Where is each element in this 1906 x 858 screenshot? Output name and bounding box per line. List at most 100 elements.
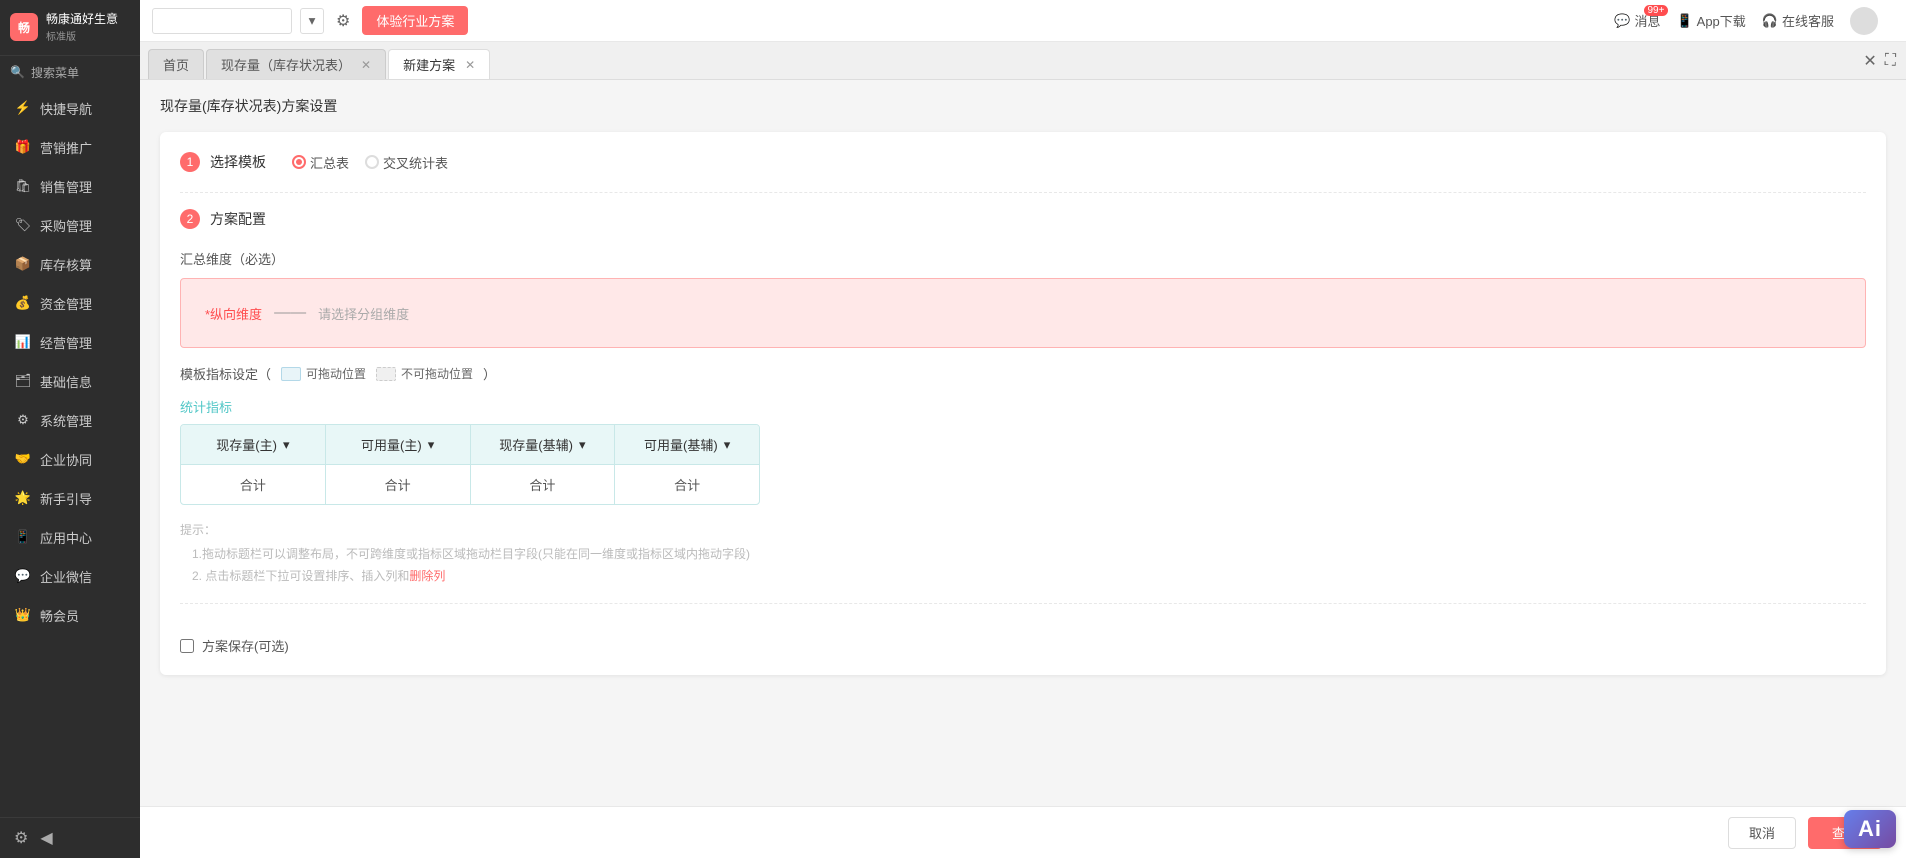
- radio-summary[interactable]: 汇总表: [292, 153, 349, 172]
- wechat-icon: 💬: [14, 567, 32, 585]
- topbar-dropdown-btn[interactable]: ▾: [300, 8, 324, 34]
- cell-1-3: 合计: [471, 465, 616, 504]
- radio-cross-dot: [365, 155, 379, 169]
- step1-title: 选择模板: [210, 152, 266, 172]
- save-section: 方案保存(可选): [180, 620, 1866, 655]
- col-current-main-dropdown[interactable]: ▾: [283, 437, 290, 453]
- trial-btn[interactable]: 体验行业方案: [362, 6, 468, 35]
- app-name: 畅康通好生意: [46, 12, 118, 28]
- sales-icon: 🛍: [14, 177, 32, 195]
- step1-row: 1 选择模板 汇总表 交叉统计表: [180, 152, 1866, 172]
- step1-badge: 1: [180, 152, 200, 172]
- cancel-button[interactable]: 取消: [1728, 817, 1796, 849]
- sidebar-item-sales[interactable]: 🛍 销售管理: [0, 167, 140, 206]
- tip-2-highlight: 删除列: [409, 569, 445, 583]
- topbar-avatar[interactable]: [1850, 7, 1878, 35]
- tab-new-plan-close[interactable]: ✕: [465, 58, 475, 72]
- save-label: 方案保存(可选): [202, 636, 289, 655]
- summary-dimension-label: 汇总维度（必选）: [180, 249, 1866, 268]
- sidebar-item-purchase[interactable]: 🏷 采购管理: [0, 206, 140, 245]
- sidebar-item-member[interactable]: 👑 畅会员: [0, 596, 140, 635]
- topbar-app-download[interactable]: 📱 App下载: [1676, 11, 1745, 30]
- sidebar-item-label: 营销推广: [40, 138, 92, 157]
- sidebar-item-wechat[interactable]: 💬 企业微信: [0, 557, 140, 596]
- topbar-online-service[interactable]: 🎧 在线客服: [1762, 11, 1834, 30]
- sidebar-item-operations[interactable]: 📊 经营管理: [0, 323, 140, 362]
- tab-new-plan[interactable]: 新建方案 ✕: [388, 49, 490, 79]
- sidebar-item-new-guide[interactable]: 🌟 新手引导: [0, 479, 140, 518]
- settings-footer-btn[interactable]: ⚙: [14, 828, 28, 848]
- non-draggable-legend-box: [376, 367, 396, 381]
- tab-home[interactable]: 首页: [148, 49, 204, 79]
- topbar-gear-icon[interactable]: ⚙: [336, 11, 350, 31]
- sidebar-search-label: 搜索菜单: [31, 64, 79, 81]
- divider-1: [180, 192, 1866, 193]
- inventory-icon: 📦: [14, 255, 32, 273]
- sidebar-item-app-center[interactable]: 📱 应用中心: [0, 518, 140, 557]
- col-current-aux-dropdown[interactable]: ▾: [579, 437, 586, 453]
- sidebar-item-label: 采购管理: [40, 216, 92, 235]
- step2-title: 方案配置: [210, 209, 266, 229]
- topbar: ▾ ⚙ 体验行业方案 💬 消息 99+ 📱 App下载 🎧 在线客服: [140, 0, 1906, 42]
- topbar-message[interactable]: 💬 消息 99+: [1614, 11, 1660, 30]
- col-available-main[interactable]: 可用量(主) ▾: [326, 425, 471, 464]
- tab-inventory-status[interactable]: 现存量（库存状况表） ✕: [206, 49, 386, 79]
- sidebar-item-label: 资金管理: [40, 294, 92, 313]
- content-area: 现存量(库存状况表)方案设置 1 选择模板 汇总表 交叉统计表: [140, 80, 1906, 806]
- sidebar-item-label: 库存核算: [40, 255, 92, 274]
- collapse-footer-btn[interactable]: ◀: [40, 828, 52, 848]
- sidebar-item-label: 基础信息: [40, 372, 92, 391]
- col-available-main-dropdown[interactable]: ▾: [428, 437, 435, 453]
- sidebar-item-quick-nav[interactable]: ⚡ 快捷导航: [0, 89, 140, 128]
- sidebar-item-marketing[interactable]: 🎁 营销推广: [0, 128, 140, 167]
- tab-inventory-close[interactable]: ✕: [361, 58, 371, 72]
- non-draggable-legend-label: 不可拖动位置: [401, 365, 473, 382]
- sidebar-item-label: 畅会员: [40, 606, 79, 625]
- stats-table-header: 现存量(主) ▾ 可用量(主) ▾ 现存量(基辅) ▾ 可用量(基辅): [181, 425, 759, 464]
- tab-expand-btn[interactable]: ⛶: [1885, 52, 1896, 70]
- sidebar-item-cooperation[interactable]: 🤝 企业协同: [0, 440, 140, 479]
- draggable-legend-label: 可拖动位置: [306, 365, 366, 382]
- topbar-search-input[interactable]: [152, 8, 292, 34]
- tips-title: 提示：: [180, 521, 1866, 538]
- sidebar-item-label: 企业微信: [40, 567, 92, 586]
- topbar-actions: 💬 消息 99+ 📱 App下载 🎧 在线客服: [1614, 7, 1894, 35]
- col-current-aux[interactable]: 现存量(基辅) ▾: [471, 425, 616, 464]
- tab-new-plan-label: 新建方案: [403, 55, 455, 74]
- action-bar: 取消 查询: [140, 806, 1906, 858]
- tabbar-corner: ✕ ⛶: [1853, 42, 1906, 80]
- tip-1: 1.拖动标题栏可以调整布局，不可跨维度或指标区域拖动栏目字段(只能在同一维度或指…: [192, 544, 1866, 566]
- stats-label: 统计指标: [180, 397, 1866, 416]
- tab-home-label: 首页: [163, 55, 189, 74]
- sidebar-item-label: 应用中心: [40, 528, 92, 547]
- save-checkbox[interactable]: [180, 639, 194, 653]
- cell-1-2: 合计: [326, 465, 471, 504]
- system-icon: ⚙: [14, 411, 32, 429]
- message-icon: 💬: [1614, 13, 1630, 29]
- tab-close-btn[interactable]: ✕: [1863, 51, 1876, 71]
- required-label: *纵向维度: [205, 304, 262, 323]
- sidebar-item-inventory[interactable]: 📦 库存核算: [0, 245, 140, 284]
- ai-badge[interactable]: Ai: [1844, 810, 1896, 848]
- col-available-aux-dropdown[interactable]: ▾: [724, 437, 731, 453]
- template-settings-row: 模板指标设定（ 可拖动位置 不可拖动位置 ）: [180, 364, 1866, 383]
- sidebar-item-basic-info[interactable]: 🗂 基础信息: [0, 362, 140, 401]
- sidebar-item-label: 销售管理: [40, 177, 92, 196]
- col-current-main[interactable]: 现存量(主) ▾: [181, 425, 326, 464]
- sidebar-item-system[interactable]: ⚙ 系统管理: [0, 401, 140, 440]
- sidebar-nav: ⚡ 快捷导航 🎁 营销推广 🛍 销售管理 🏷 采购管理 📦 库存核算 💰 资金管…: [0, 89, 140, 817]
- download-icon: 📱: [1676, 13, 1692, 29]
- dimension-arrow: ——: [274, 304, 306, 322]
- radio-cross[interactable]: 交叉统计表: [365, 153, 448, 172]
- dimension-area[interactable]: *纵向维度 —— 请选择分组维度: [180, 278, 1866, 348]
- sidebar-item-label: 经营管理: [40, 333, 92, 352]
- sidebar-item-finance[interactable]: 💰 资金管理: [0, 284, 140, 323]
- col-available-aux[interactable]: 可用量(基辅) ▾: [615, 425, 759, 464]
- finance-icon: 💰: [14, 294, 32, 312]
- template-settings-suffix: ）: [483, 364, 496, 383]
- step2-badge: 2: [180, 209, 200, 229]
- sidebar-search[interactable]: 🔍 搜索菜单: [0, 56, 140, 89]
- app-download-label: App下载: [1697, 11, 1746, 30]
- template-settings-prefix: 模板指标设定（: [180, 364, 271, 383]
- draggable-legend-box: [281, 367, 301, 381]
